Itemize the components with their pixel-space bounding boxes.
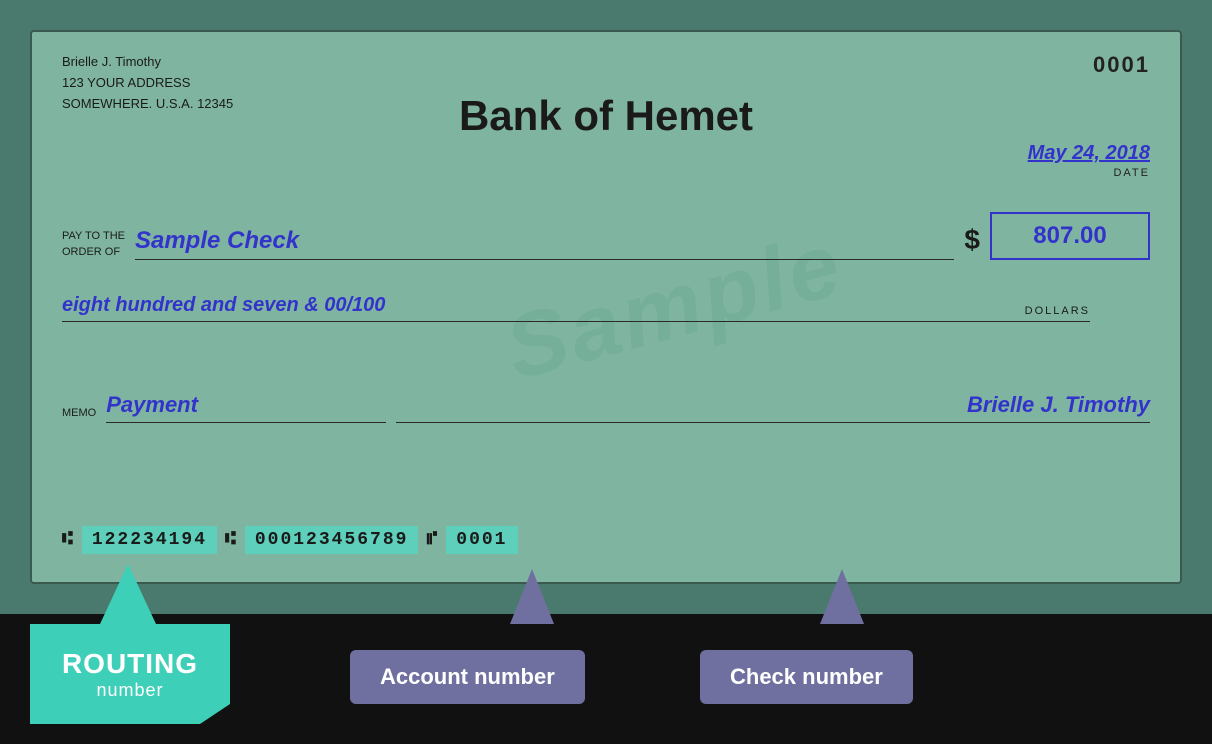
pay-to-label: PAY TO THEORDER OF — [62, 229, 125, 260]
check-number-label: Check number — [730, 664, 883, 689]
date-area: May 24, 2018 DATE — [1028, 142, 1150, 179]
dollar-sign: $ — [964, 224, 980, 260]
amount-box: 807.00 — [990, 212, 1150, 260]
signature-value: Brielle J. Timothy — [967, 392, 1150, 417]
checknumber-label-box: Check number — [700, 650, 913, 704]
address-line3: SOMEWHERE. U.S.A. 12345 — [62, 94, 233, 115]
routing-arrow — [100, 564, 156, 624]
routing-subtitle: number — [96, 680, 163, 701]
payee-line: Sample Check — [135, 227, 954, 260]
routing-number-highlight: 122234194 — [82, 526, 217, 554]
amount-value: 807.00 — [1033, 222, 1106, 249]
memo-value: Payment — [106, 392, 198, 417]
date-label: DATE — [1028, 167, 1150, 179]
routing-title: ROUTING — [62, 648, 198, 680]
memo-line: Payment — [106, 392, 386, 423]
address-block: Brielle J. Timothy 123 YOUR ADDRESS SOME… — [62, 52, 233, 114]
account-arrow — [510, 569, 554, 624]
routing-label: ROUTING number — [30, 624, 230, 724]
account-number-highlight: 000123456789 — [245, 526, 419, 554]
micr-left-symbol: ⑆ — [62, 530, 74, 550]
memo-label: MEMO — [62, 407, 96, 423]
micr-row: ⑆ 122234194 ⑆ 000123456789 ⑈ 0001 — [62, 526, 1150, 554]
written-amount-row: eight hundred and seven & 00/100 DOLLARS — [62, 294, 1090, 322]
written-amount: eight hundred and seven & 00/100 — [62, 294, 385, 317]
checknumber-arrow — [820, 569, 864, 624]
check-number-top: 0001 — [1093, 52, 1150, 78]
address-line2: 123 YOUR ADDRESS — [62, 73, 233, 94]
micr-right-symbol: ⑈ — [426, 530, 438, 550]
pay-row: PAY TO THEORDER OF Sample Check $ 807.00 — [62, 212, 1150, 260]
signature-line: Brielle J. Timothy — [396, 392, 1150, 423]
payee-value: Sample Check — [135, 227, 299, 254]
address-line1: Brielle J. Timothy — [62, 52, 233, 73]
account-number-label: Account number — [380, 664, 555, 689]
check-number-highlight: 0001 — [446, 526, 517, 554]
date-value: May 24, 2018 — [1028, 142, 1150, 165]
memo-row: MEMO Payment Brielle J. Timothy — [62, 392, 1150, 423]
bank-name: Bank of Hemet — [459, 92, 753, 140]
micr-mid-symbol: ⑆ — [225, 530, 237, 550]
check-paper: Sample 0001 Brielle J. Timothy 123 YOUR … — [30, 30, 1182, 584]
account-label-box: Account number — [350, 650, 585, 704]
dollars-label: DOLLARS — [1025, 305, 1090, 317]
